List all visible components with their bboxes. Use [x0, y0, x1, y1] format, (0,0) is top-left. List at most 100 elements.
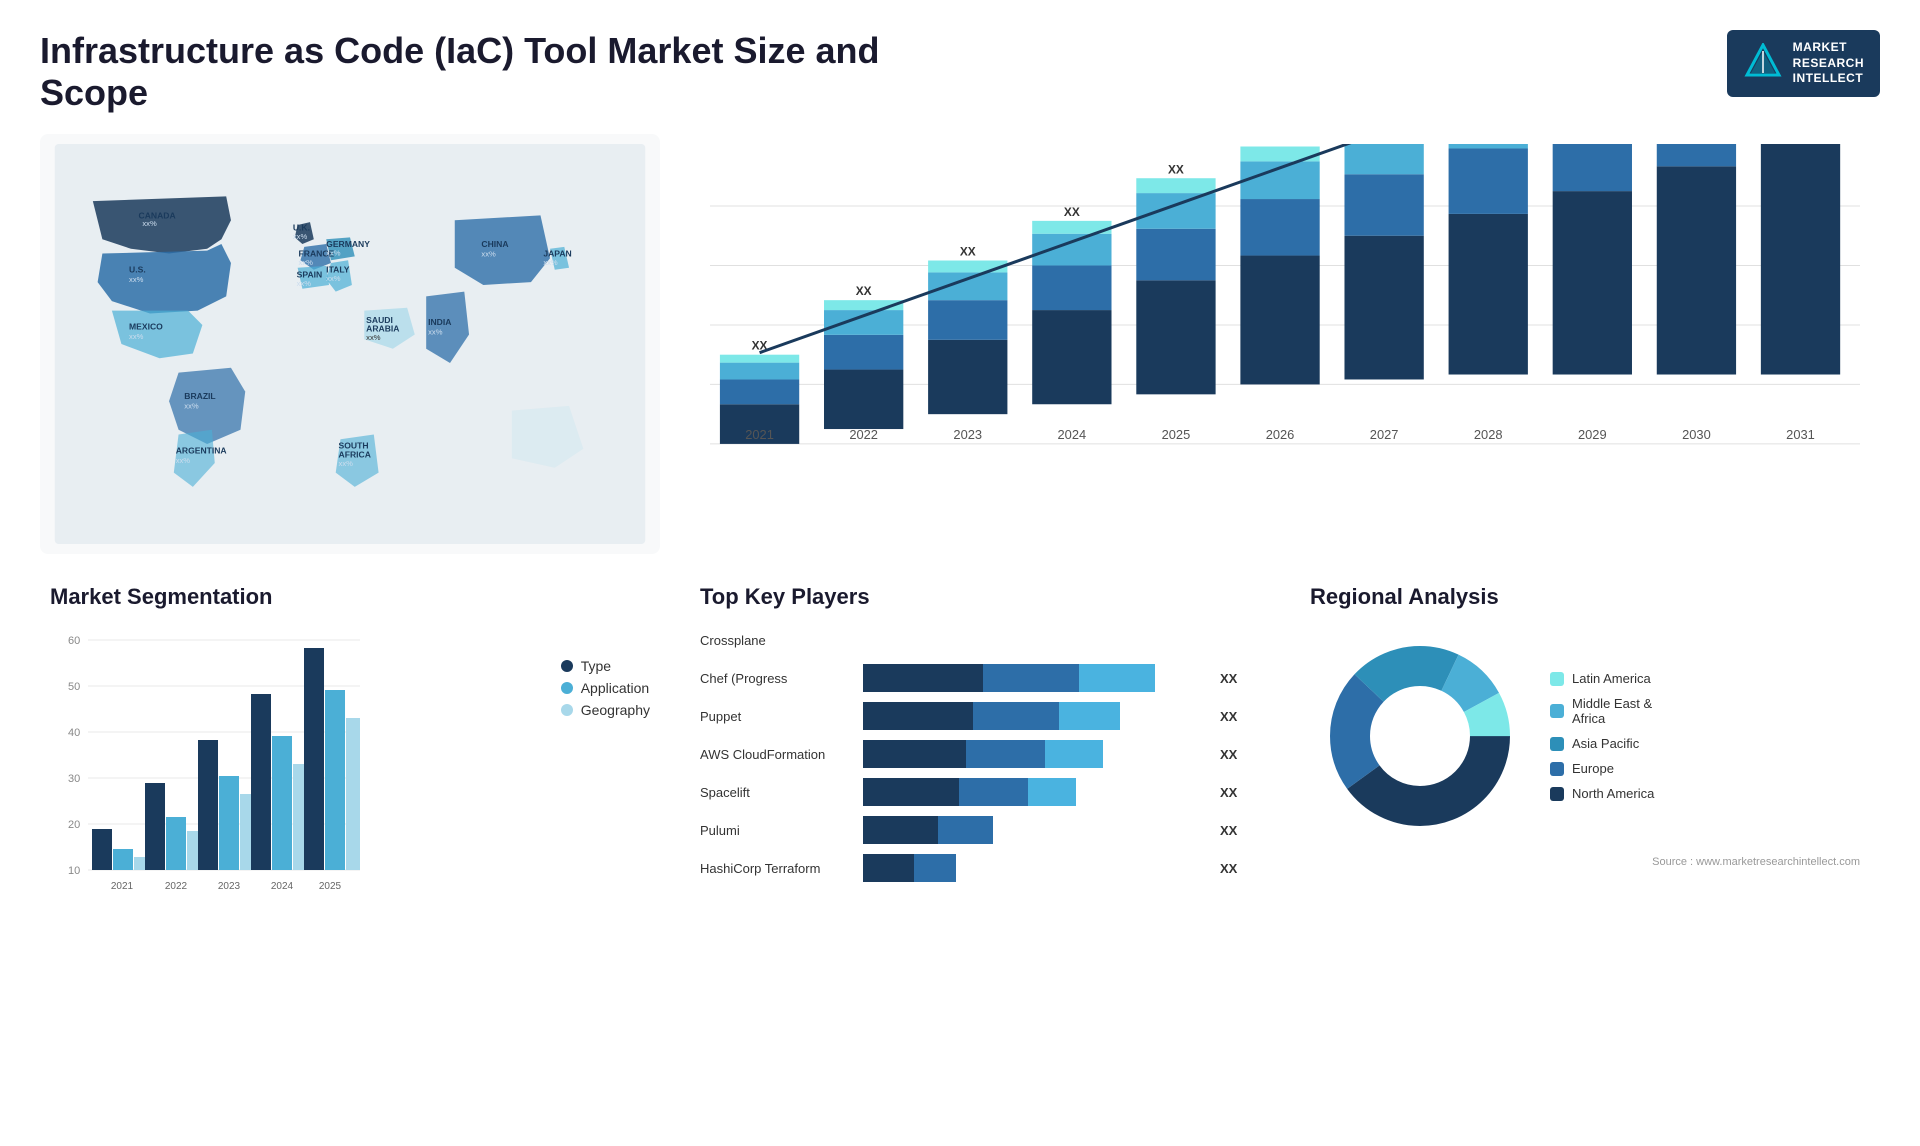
- svg-text:2024: 2024: [1058, 427, 1087, 442]
- player-row-pulumi: Pulumi XX: [700, 816, 1250, 844]
- svg-text:2022: 2022: [165, 881, 188, 892]
- legend-label-europe: Europe: [1572, 761, 1614, 776]
- legend-dot-asia: [1550, 737, 1564, 751]
- legend-dot-latin: [1550, 672, 1564, 686]
- svg-text:XX: XX: [1272, 144, 1288, 145]
- regional-title: Regional Analysis: [1310, 584, 1860, 610]
- players-section: Top Key Players Crossplane Chef (Progres…: [680, 574, 1270, 921]
- svg-text:xx%: xx%: [326, 274, 341, 283]
- svg-text:40: 40: [68, 727, 80, 739]
- world-map: CANADA xx% U.S. xx% MEXICO xx% BRAZIL xx…: [50, 144, 650, 544]
- svg-text:10: 10: [68, 865, 80, 877]
- segmentation-chart: 60 50 40 30 20 10: [50, 626, 370, 906]
- svg-text:xx%: xx%: [176, 456, 191, 465]
- svg-text:2021: 2021: [745, 427, 774, 442]
- player-value: XX: [1220, 823, 1250, 838]
- player-name: Crossplane: [700, 633, 855, 648]
- legend-label-asia: Asia Pacific: [1572, 736, 1639, 751]
- svg-text:AFRICA: AFRICA: [339, 449, 371, 459]
- legend-application: Application: [561, 680, 650, 696]
- legend-mea: Middle East &Africa: [1550, 696, 1654, 726]
- logo-text: MARKETRESEARCHINTELLECT: [1793, 40, 1864, 87]
- map-section: CANADA xx% U.S. xx% MEXICO xx% BRAZIL xx…: [40, 134, 660, 554]
- svg-text:2025: 2025: [1162, 427, 1191, 442]
- svg-text:xx%: xx%: [129, 332, 144, 341]
- legend-label-north-america: North America: [1572, 786, 1654, 801]
- svg-text:ITALY: ITALY: [326, 265, 350, 275]
- legend-north-america: North America: [1550, 786, 1654, 801]
- player-value: XX: [1220, 747, 1250, 762]
- svg-text:2028: 2028: [1474, 427, 1503, 442]
- svg-text:2021: 2021: [111, 881, 134, 892]
- svg-text:xx%: xx%: [297, 279, 312, 288]
- top-section: CANADA xx% U.S. xx% MEXICO xx% BRAZIL xx…: [40, 134, 1880, 554]
- player-row-spacelift: Spacelift XX: [700, 778, 1250, 806]
- legend-dot-north-america: [1550, 787, 1564, 801]
- svg-text:xx%: xx%: [326, 248, 341, 257]
- bottom-section: Market Segmentation 60 50 40 30 20 10: [40, 574, 1880, 921]
- player-row-crossplane: Crossplane: [700, 626, 1250, 654]
- svg-text:2029: 2029: [1578, 427, 1607, 442]
- page-title: Infrastructure as Code (IaC) Tool Market…: [40, 30, 940, 114]
- svg-text:50: 50: [68, 681, 80, 693]
- segmentation-section: Market Segmentation 60 50 40 30 20 10: [40, 574, 660, 921]
- legend-type: Type: [561, 658, 650, 674]
- svg-text:xx%: xx%: [142, 219, 157, 228]
- svg-text:xx%: xx%: [129, 275, 144, 284]
- players-title: Top Key Players: [700, 584, 1250, 610]
- svg-text:ARABIA: ARABIA: [366, 324, 399, 334]
- player-row-puppet: Puppet XX: [700, 702, 1250, 730]
- svg-text:INDIA: INDIA: [428, 317, 451, 327]
- svg-text:60: 60: [68, 635, 80, 647]
- segmentation-title: Market Segmentation: [50, 584, 650, 610]
- svg-text:2030: 2030: [1682, 427, 1711, 442]
- legend-type-label: Type: [581, 658, 611, 674]
- donut-svg: [1310, 626, 1530, 846]
- legend-dot-europe: [1550, 762, 1564, 776]
- donut-chart: [1310, 626, 1530, 846]
- svg-text:xx%: xx%: [366, 333, 381, 342]
- svg-text:30: 30: [68, 773, 80, 785]
- player-row-aws: AWS CloudFormation XX: [700, 740, 1250, 768]
- svg-text:CHINA: CHINA: [481, 239, 508, 249]
- player-bar: [863, 816, 1206, 844]
- legend-application-label: Application: [581, 680, 650, 696]
- legend-dot-mea: [1550, 704, 1564, 718]
- player-value: XX: [1220, 861, 1250, 876]
- svg-text:XX: XX: [1064, 205, 1080, 219]
- svg-text:XX: XX: [1168, 162, 1184, 176]
- legend-asia: Asia Pacific: [1550, 736, 1654, 751]
- player-name: Chef (Progress: [700, 671, 855, 686]
- svg-text:2024: 2024: [271, 881, 294, 892]
- legend-label-mea: Middle East &Africa: [1572, 696, 1652, 726]
- svg-text:2026: 2026: [1266, 427, 1295, 442]
- bar-chart: 2021 XX 2022 XX 2023 XX: [710, 144, 1860, 546]
- svg-text:BRAZIL: BRAZIL: [184, 391, 215, 401]
- svg-text:U.S.: U.S.: [129, 265, 146, 275]
- player-value: XX: [1220, 671, 1250, 686]
- svg-text:2022: 2022: [849, 427, 878, 442]
- player-value: XX: [1220, 785, 1250, 800]
- page-header: Infrastructure as Code (IaC) Tool Market…: [40, 30, 1880, 114]
- svg-text:SPAIN: SPAIN: [297, 269, 323, 279]
- legend-label-latin: Latin America: [1572, 671, 1651, 686]
- player-bar: [863, 854, 1206, 882]
- svg-text:20: 20: [68, 819, 80, 831]
- svg-text:XX: XX: [856, 284, 872, 298]
- source-text: Source : www.marketresearchintellect.com: [1310, 856, 1860, 868]
- segmentation-legend: Type Application Geography: [561, 638, 650, 911]
- svg-text:2027: 2027: [1370, 427, 1399, 442]
- svg-text:MEXICO: MEXICO: [129, 322, 163, 332]
- svg-text:ARGENTINA: ARGENTINA: [176, 446, 227, 456]
- svg-text:xx%: xx%: [184, 402, 199, 411]
- svg-text:GERMANY: GERMANY: [326, 239, 370, 249]
- legend-application-dot: [561, 682, 573, 694]
- player-bar: [863, 740, 1206, 768]
- svg-text:2031: 2031: [1786, 427, 1815, 442]
- svg-text:2023: 2023: [953, 427, 982, 442]
- legend-geography-label: Geography: [581, 702, 650, 718]
- regional-section: Regional Analysis: [1290, 574, 1880, 921]
- player-name: Spacelift: [700, 785, 855, 800]
- player-bar: [863, 778, 1206, 806]
- svg-text:2023: 2023: [218, 881, 241, 892]
